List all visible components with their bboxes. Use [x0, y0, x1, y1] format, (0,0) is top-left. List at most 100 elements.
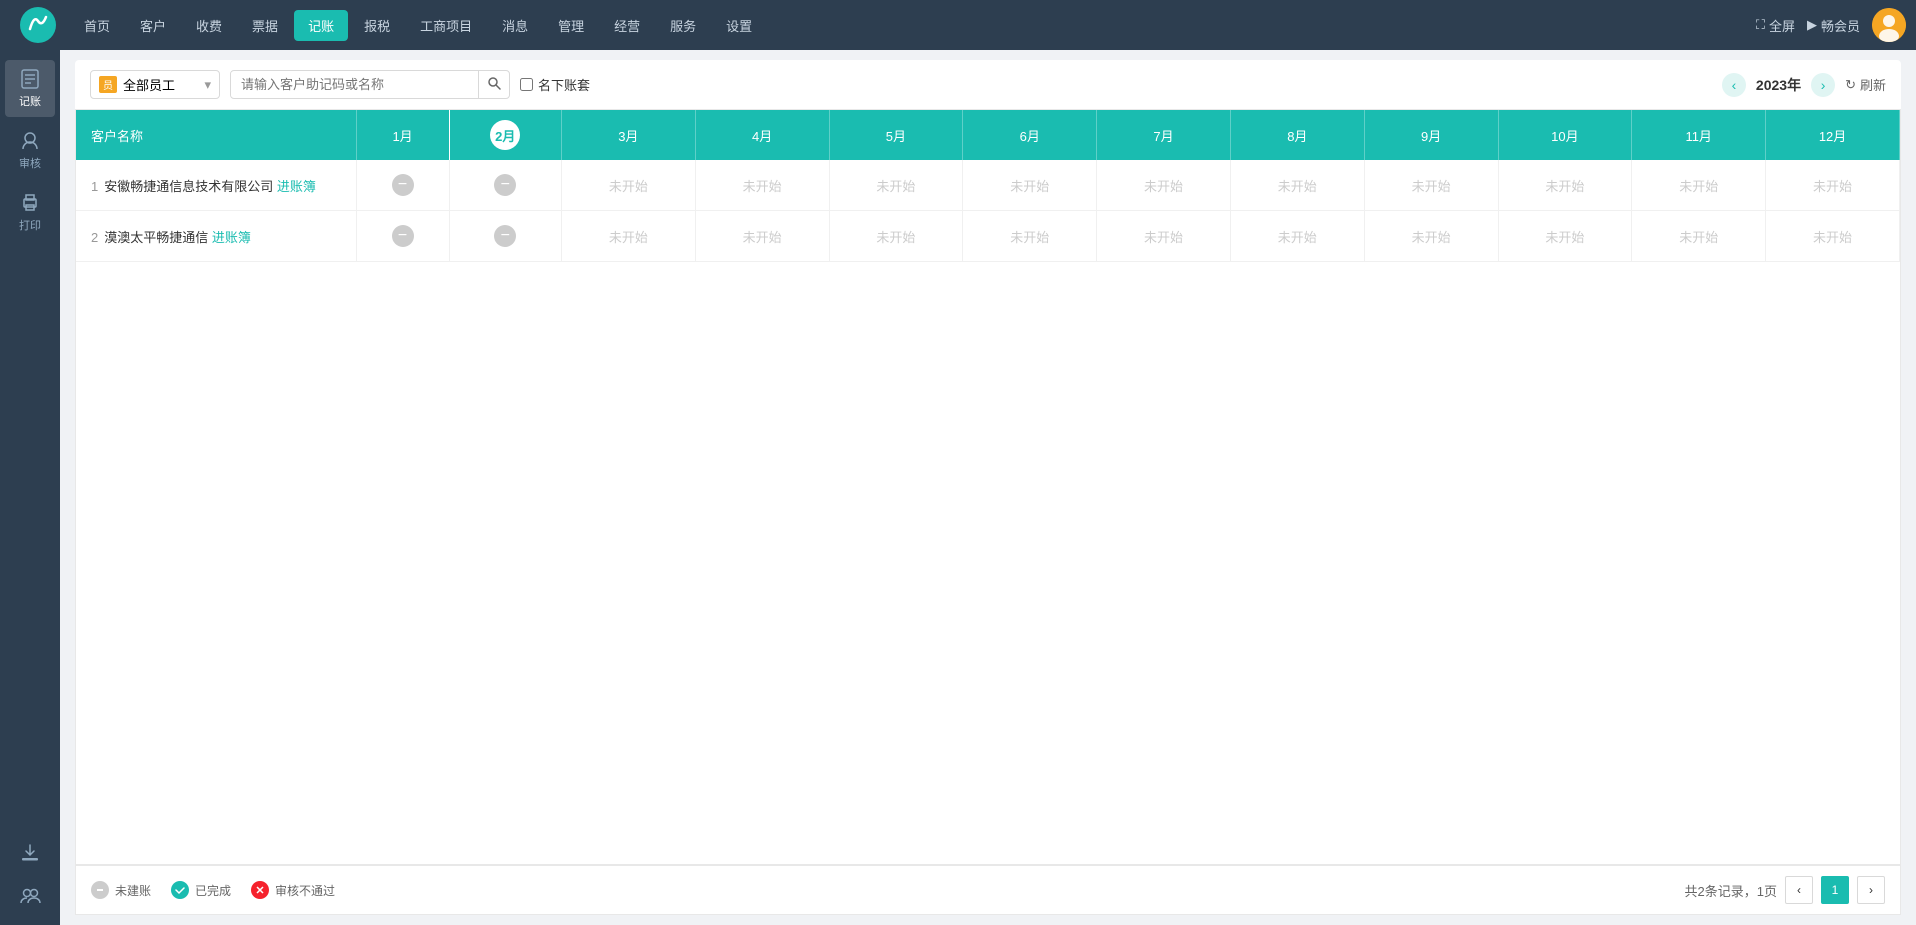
nav-home[interactable]: 首页: [70, 10, 124, 41]
print-icon: [19, 192, 41, 214]
member-btn[interactable]: ▶ 畅会员: [1807, 16, 1860, 35]
nav-items: 首页 客户 收费 票据 记账 报税 工商项目 消息 管理 经营 服务 设置: [70, 10, 1756, 41]
customer-name: 漠澳太平畅捷通信: [104, 230, 208, 245]
table-cell-month-6: 未开始: [963, 211, 1097, 262]
prev-year-button[interactable]: ‹: [1722, 73, 1746, 97]
sidebar-audit-label: 审核: [19, 155, 41, 171]
not-started-label: 未开始: [1545, 179, 1584, 194]
employee-label: 全部员工: [123, 75, 175, 94]
myaccounts-checkbox[interactable]: [520, 78, 533, 91]
legend-completed: 已完成: [171, 881, 231, 899]
nav-service[interactable]: 服务: [656, 10, 710, 41]
not-started-label: 未开始: [1813, 179, 1852, 194]
enter-ledger-link[interactable]: 进账簿: [212, 230, 251, 245]
table-cell-month-5: 未开始: [829, 211, 963, 262]
search-input[interactable]: [231, 72, 478, 97]
sidebar-item-audit[interactable]: 审核: [5, 122, 55, 179]
table-cell-month-4: 未开始: [695, 211, 829, 262]
col-header-may: 5月: [829, 110, 963, 160]
sidebar-item-bookkeeping[interactable]: 记账: [5, 60, 55, 117]
pagination: 共2条记录，1页 ‹ 1 ›: [1685, 876, 1885, 904]
nav-customer[interactable]: 客户: [126, 10, 180, 41]
nav-operation[interactable]: 经营: [600, 10, 654, 41]
current-month-circle: 2月: [490, 120, 520, 150]
sidebar-item-group[interactable]: [5, 877, 55, 915]
fullscreen-label: 全屏: [1769, 16, 1795, 35]
legend-not-created: 未建账: [91, 881, 151, 899]
table-cell-month-6: 未开始: [963, 160, 1097, 211]
col-header-feb: 2月: [449, 110, 561, 160]
col-header-oct: 10月: [1498, 110, 1632, 160]
table-cell-month-4: 未开始: [695, 160, 829, 211]
table-cell-month-2: −: [449, 211, 561, 262]
nav-invoice[interactable]: 票据: [238, 10, 292, 41]
next-page-button[interactable]: ›: [1857, 876, 1885, 904]
col-header-apr: 4月: [695, 110, 829, 160]
customer-name: 安徽畅捷通信息技术有限公司: [104, 179, 273, 194]
next-year-button[interactable]: ›: [1811, 73, 1835, 97]
year-nav: ‹ 2023年 ›: [1722, 73, 1835, 97]
legend-rejected: 审核不通过: [251, 881, 335, 899]
employee-select[interactable]: 员 全部员工 ▾: [90, 70, 220, 99]
not-started-label: 未开始: [1679, 230, 1718, 245]
table-cell-month-12: 未开始: [1766, 211, 1900, 262]
sidebar: 记账 审核 打印: [0, 50, 60, 925]
footer: 未建账 已完成 审核不通过 共2条记录，1页 ‹ 1 ›: [75, 865, 1901, 915]
not-started-label: 未开始: [1545, 230, 1584, 245]
legend-completed-label: 已完成: [195, 882, 231, 899]
nav-bookkeeping[interactable]: 记账: [294, 10, 348, 41]
checkbox-text: 名下账套: [538, 75, 590, 94]
avatar[interactable]: [1872, 8, 1906, 42]
table-cell-name: 1 安徽畅捷通信息技术有限公司 进账簿: [76, 160, 356, 211]
table-body: 1安徽畅捷通信息技术有限公司 进账簿−−未开始未开始未开始未开始未开始未开始未开…: [76, 160, 1900, 262]
year-display: 2023年: [1756, 75, 1801, 95]
nav-tax[interactable]: 报税: [350, 10, 404, 41]
sidebar-item-print[interactable]: 打印: [5, 184, 55, 241]
refresh-button[interactable]: ↻ 刷新: [1845, 75, 1886, 94]
search-button[interactable]: [478, 71, 509, 98]
nav-manage[interactable]: 管理: [544, 10, 598, 41]
table-cell-month-9: 未开始: [1364, 211, 1498, 262]
fullscreen-icon: ⛶: [1756, 17, 1765, 33]
nav-business[interactable]: 工商项目: [406, 10, 486, 41]
table-cell-month-8: 未开始: [1230, 211, 1364, 262]
download-icon: [19, 842, 41, 864]
col-header-jul: 7月: [1097, 110, 1231, 160]
prev-page-button[interactable]: ‹: [1785, 876, 1813, 904]
table-cell-month-3: 未开始: [561, 211, 695, 262]
not-started-label: 未开始: [1010, 230, 1049, 245]
not-started-label: 未开始: [1278, 179, 1317, 194]
myaccounts-checkbox-label[interactable]: 名下账套: [520, 75, 590, 94]
legend-rejected-label: 审核不通过: [275, 882, 335, 899]
table-cell-month-9: 未开始: [1364, 160, 1498, 211]
status-dash-icon: −: [494, 225, 516, 247]
fullscreen-btn[interactable]: ⛶ 全屏: [1756, 16, 1795, 35]
nav-message[interactable]: 消息: [488, 10, 542, 41]
legend-green-dot: [171, 881, 189, 899]
sidebar-item-download[interactable]: [5, 834, 55, 872]
table-cell-month-10: 未开始: [1498, 211, 1632, 262]
page-1-button[interactable]: 1: [1821, 876, 1849, 904]
not-started-label: 未开始: [743, 179, 782, 194]
main-layout: 记账 审核 打印: [0, 50, 1916, 925]
status-dash-icon: −: [392, 225, 414, 247]
logo: [10, 7, 65, 43]
nav-fee[interactable]: 收费: [182, 10, 236, 41]
table-cell-month-12: 未开始: [1766, 160, 1900, 211]
col-header-jun: 6月: [963, 110, 1097, 160]
row-index: 1: [91, 179, 98, 194]
status-dash-icon: −: [494, 174, 516, 196]
col-header-name: 客户名称: [76, 110, 356, 160]
data-table: 客户名称 1月 2月 3月 4月 5月 6月 7月 8月 9月 10月 11月 …: [76, 110, 1900, 262]
not-started-label: 未开始: [743, 230, 782, 245]
table-header-row: 客户名称 1月 2月 3月 4月 5月 6月 7月 8月 9月 10月 11月 …: [76, 110, 1900, 160]
not-started-label: 未开始: [1010, 179, 1049, 194]
legend-not-created-label: 未建账: [115, 882, 151, 899]
total-records: 共2条记录，1页: [1685, 881, 1777, 900]
not-started-label: 未开始: [609, 230, 648, 245]
nav-settings[interactable]: 设置: [712, 10, 766, 41]
col-header-aug: 8月: [1230, 110, 1364, 160]
enter-ledger-link[interactable]: 进账簿: [277, 179, 316, 194]
search-box: [230, 70, 510, 99]
employee-badge: 员: [99, 76, 117, 93]
